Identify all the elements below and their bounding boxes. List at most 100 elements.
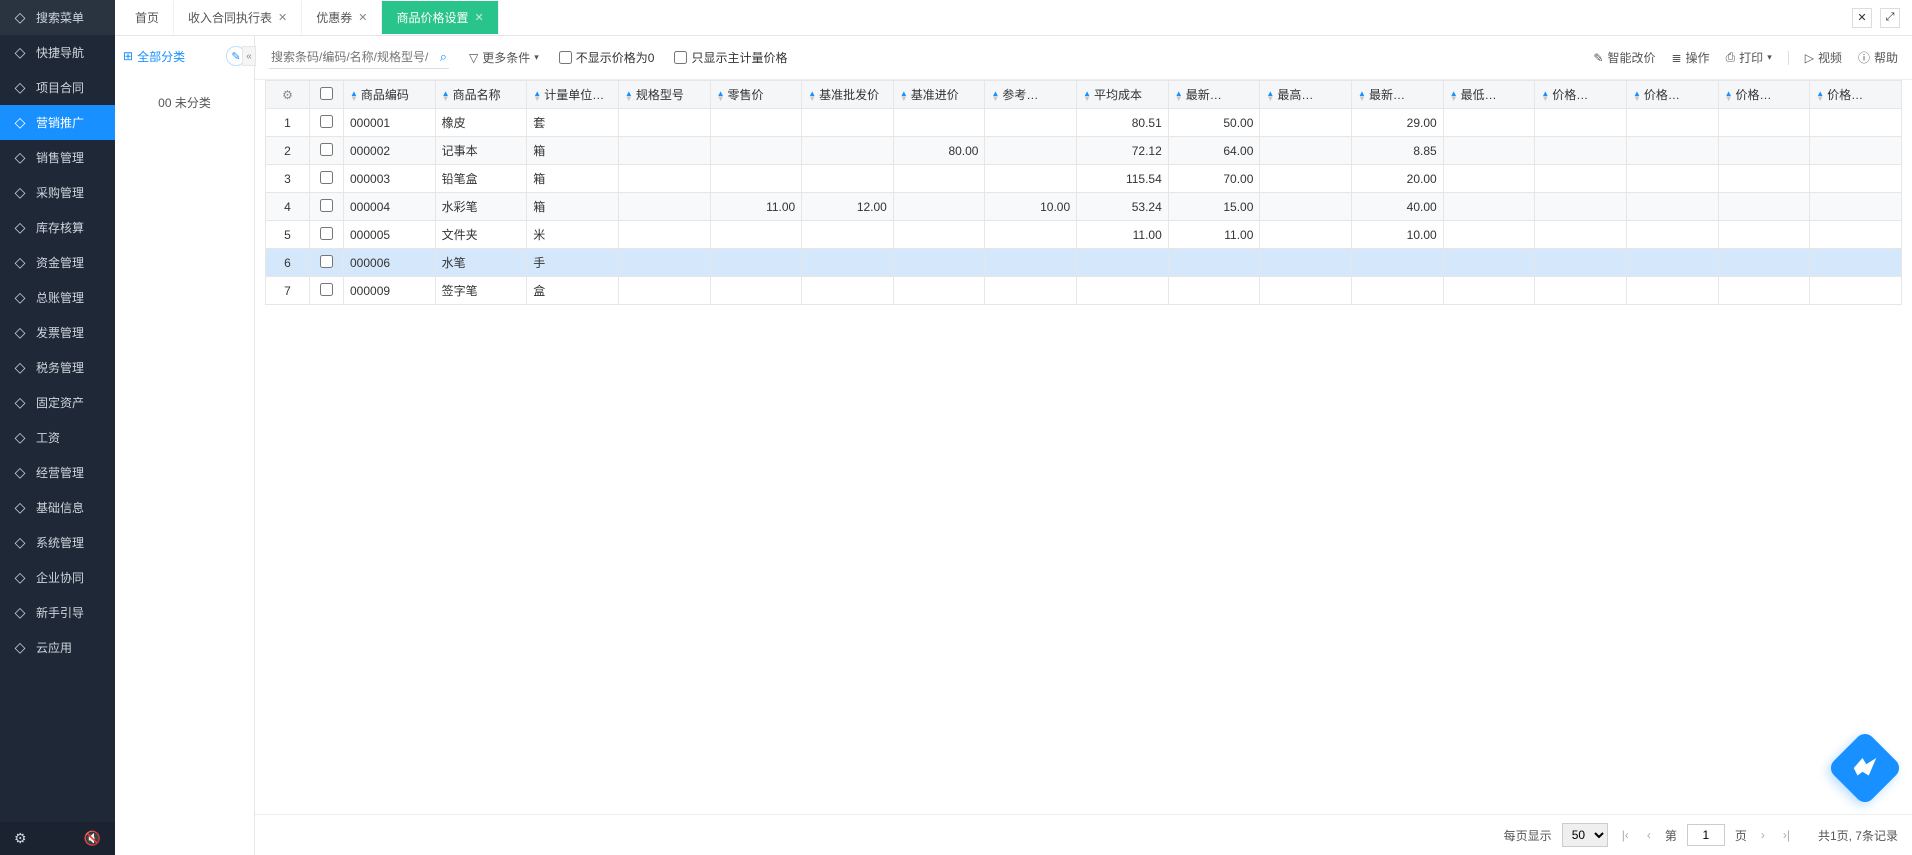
video-button[interactable]: ▷ 视频	[1805, 49, 1842, 66]
cell[interactable]	[710, 277, 802, 305]
cell[interactable]	[1626, 137, 1718, 165]
column-header-4[interactable]: ▲▼零售价	[710, 81, 802, 109]
cell[interactable]	[1077, 277, 1169, 305]
first-page-button[interactable]: |‹	[1618, 828, 1633, 842]
cell[interactable]	[1443, 137, 1535, 165]
cell[interactable]: 水彩笔	[435, 193, 527, 221]
cell[interactable]	[710, 249, 802, 277]
sidebar-item-16[interactable]: ◇企业协同	[0, 560, 115, 595]
sound-button[interactable]: 🔇	[84, 830, 101, 847]
sidebar-item-2[interactable]: ◇项目合同	[0, 70, 115, 105]
cell[interactable]	[985, 221, 1077, 249]
cell[interactable]	[618, 193, 710, 221]
sidebar-item-15[interactable]: ◇系统管理	[0, 525, 115, 560]
cell[interactable]	[1168, 277, 1260, 305]
column-header-12[interactable]: ▲▼最低…	[1443, 81, 1535, 109]
cell[interactable]	[1718, 277, 1810, 305]
cell[interactable]	[1260, 221, 1352, 249]
cell[interactable]	[1626, 221, 1718, 249]
cell[interactable]: 箱	[527, 165, 619, 193]
operate-button[interactable]: ≣ 操作	[1671, 49, 1709, 66]
cell[interactable]: 000006	[344, 249, 436, 277]
cell[interactable]	[1260, 137, 1352, 165]
cell[interactable]	[1077, 249, 1169, 277]
cell[interactable]	[893, 193, 985, 221]
cell[interactable]	[1626, 277, 1718, 305]
cell[interactable]: 000004	[344, 193, 436, 221]
sidebar-item-9[interactable]: ◇发票管理	[0, 315, 115, 350]
cell[interactable]: 8.85	[1352, 137, 1444, 165]
cell[interactable]	[1352, 249, 1444, 277]
cell[interactable]	[1718, 137, 1810, 165]
table-row[interactable]: 2000002记事本箱80.0072.1264.008.85	[266, 137, 1902, 165]
cell[interactable]	[1626, 165, 1718, 193]
cell[interactable]: 64.00	[1168, 137, 1260, 165]
cell[interactable]	[1443, 109, 1535, 137]
cell[interactable]	[1626, 193, 1718, 221]
column-header-14[interactable]: ▲▼价格…	[1626, 81, 1718, 109]
column-header-16[interactable]: ▲▼价格…	[1810, 81, 1902, 109]
tab-2[interactable]: 优惠券✕	[302, 1, 382, 34]
sidebar-item-1[interactable]: ◇快捷导航	[0, 35, 115, 70]
cell[interactable]: 11.00	[1168, 221, 1260, 249]
cell[interactable]: 11.00	[710, 193, 802, 221]
row-checkbox[interactable]	[320, 171, 333, 184]
sidebar-item-6[interactable]: ◇库存核算	[0, 210, 115, 245]
per-page-select[interactable]: 50	[1562, 823, 1608, 847]
cell[interactable]	[1718, 165, 1810, 193]
cell[interactable]: 115.54	[1077, 165, 1169, 193]
cell[interactable]	[1535, 193, 1627, 221]
more-conditions-button[interactable]: ▽ 更多条件 ▾	[469, 49, 539, 66]
cell[interactable]	[710, 137, 802, 165]
cell[interactable]: 箱	[527, 137, 619, 165]
cell[interactable]: 签字笔	[435, 277, 527, 305]
cell[interactable]: 000009	[344, 277, 436, 305]
cell[interactable]	[1260, 165, 1352, 193]
prev-page-button[interactable]: ‹	[1643, 828, 1655, 842]
cell[interactable]	[1443, 165, 1535, 193]
cell[interactable]	[802, 137, 894, 165]
column-header-8[interactable]: ▲▼平均成本	[1077, 81, 1169, 109]
cell[interactable]	[1260, 109, 1352, 137]
cell[interactable]: 10.00	[985, 193, 1077, 221]
cell[interactable]: 米	[527, 221, 619, 249]
help-button[interactable]: ⓘ 帮助	[1858, 49, 1898, 66]
cell[interactable]	[985, 137, 1077, 165]
cell[interactable]	[1535, 249, 1627, 277]
cell[interactable]	[1443, 249, 1535, 277]
row-checkbox[interactable]	[320, 283, 333, 296]
cell[interactable]	[802, 249, 894, 277]
cell[interactable]	[1718, 221, 1810, 249]
cell[interactable]	[1535, 165, 1627, 193]
cell[interactable]	[1443, 193, 1535, 221]
cell[interactable]	[1535, 137, 1627, 165]
cell[interactable]	[802, 109, 894, 137]
all-categories-link[interactable]: ⊞ 全部分类	[123, 48, 185, 65]
cell[interactable]	[618, 221, 710, 249]
cell[interactable]: 72.12	[1077, 137, 1169, 165]
cell[interactable]	[1626, 109, 1718, 137]
cell[interactable]	[802, 277, 894, 305]
column-header-10[interactable]: ▲▼最高…	[1260, 81, 1352, 109]
table-row[interactable]: 3000003铅笔盒箱115.5470.0020.00	[266, 165, 1902, 193]
sidebar-item-10[interactable]: ◇税务管理	[0, 350, 115, 385]
cell[interactable]	[1260, 277, 1352, 305]
tab-close-button[interactable]: ✕	[358, 11, 367, 24]
cell[interactable]	[618, 249, 710, 277]
cell[interactable]: 15.00	[1168, 193, 1260, 221]
cell[interactable]	[1810, 221, 1902, 249]
cell[interactable]: 80.00	[893, 137, 985, 165]
cell[interactable]: 铅笔盒	[435, 165, 527, 193]
cell[interactable]	[1352, 277, 1444, 305]
sidebar-item-0[interactable]: ◇搜索菜单	[0, 0, 115, 35]
cell[interactable]: 53.24	[1077, 193, 1169, 221]
cell[interactable]: 橡皮	[435, 109, 527, 137]
row-checkbox[interactable]	[320, 255, 333, 268]
cell[interactable]	[893, 109, 985, 137]
search-input[interactable]	[269, 46, 449, 69]
cell[interactable]	[1260, 193, 1352, 221]
sidebar-item-8[interactable]: ◇总账管理	[0, 280, 115, 315]
sidebar-item-4[interactable]: ◇销售管理	[0, 140, 115, 175]
next-page-button[interactable]: ›	[1757, 828, 1769, 842]
select-all-column[interactable]	[310, 81, 344, 109]
